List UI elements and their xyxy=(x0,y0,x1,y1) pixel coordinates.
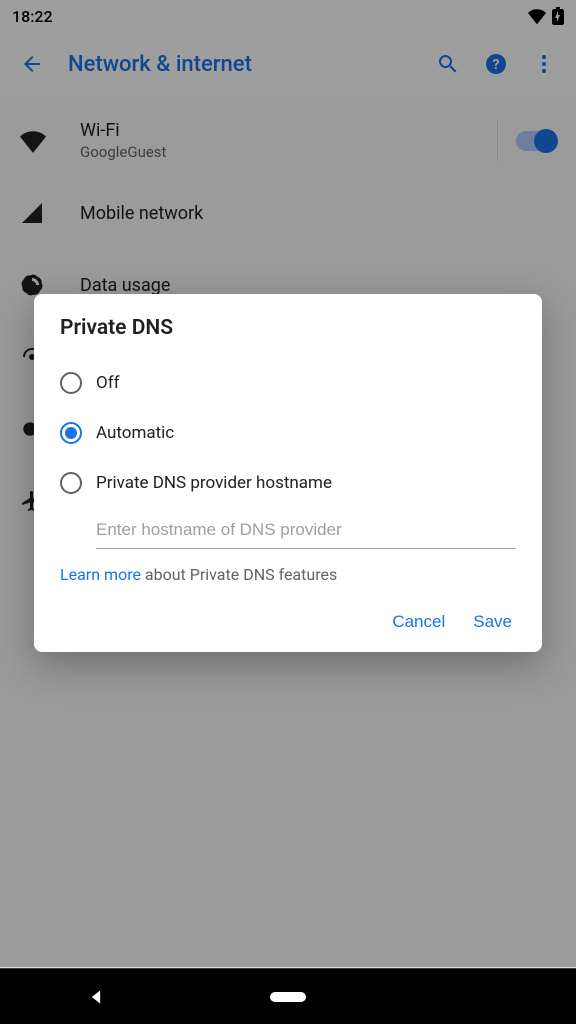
option-automatic[interactable]: Automatic xyxy=(60,408,516,458)
learn-more-rest: about Private DNS features xyxy=(141,565,337,584)
nav-back-icon xyxy=(86,987,106,1007)
dialog-title: Private DNS xyxy=(60,316,516,340)
cancel-button[interactable]: Cancel xyxy=(392,612,445,632)
nav-recent[interactable] xyxy=(430,977,530,1017)
nav-back[interactable] xyxy=(46,977,146,1017)
option-automatic-label: Automatic xyxy=(96,423,174,443)
option-off[interactable]: Off xyxy=(60,358,516,408)
option-hostname[interactable]: Private DNS provider hostname xyxy=(60,458,516,508)
radio-off[interactable] xyxy=(60,372,82,394)
radio-automatic[interactable] xyxy=(60,422,82,444)
nav-home-icon xyxy=(270,992,306,1002)
nav-home[interactable] xyxy=(238,977,338,1017)
save-button[interactable]: Save xyxy=(473,612,512,632)
radio-hostname[interactable] xyxy=(60,472,82,494)
option-off-label: Off xyxy=(96,373,120,393)
option-hostname-label: Private DNS provider hostname xyxy=(96,473,332,493)
learn-more-text: Learn more about Private DNS features xyxy=(60,565,516,584)
private-dns-dialog: Private DNS Off Automatic Private DNS pr… xyxy=(34,294,542,652)
hostname-input[interactable] xyxy=(96,512,516,549)
learn-more-link[interactable]: Learn more xyxy=(60,565,141,584)
navigation-bar xyxy=(0,968,576,1024)
